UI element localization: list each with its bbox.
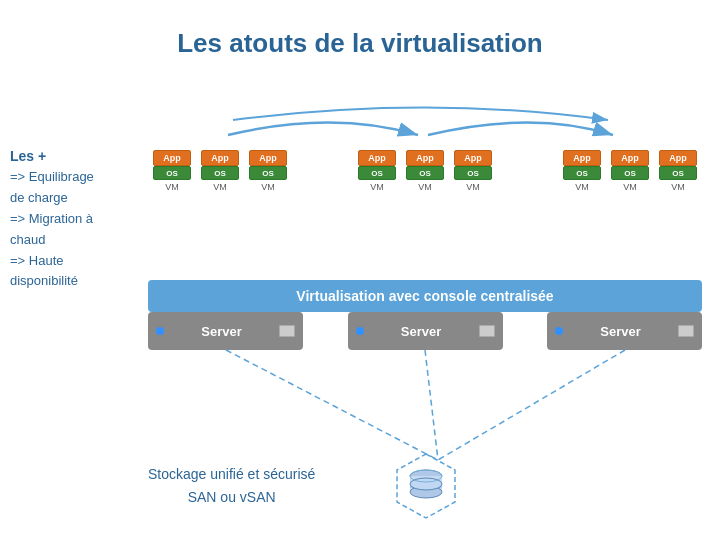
app-block: App — [406, 150, 444, 166]
server-icon-1 — [279, 325, 295, 337]
left-panel-item-5: => Haute — [10, 251, 94, 272]
server-box-1: Server — [148, 312, 303, 350]
vm-card-3-2: App OS VM — [608, 150, 652, 192]
vm-card-2-2: App OS VM — [403, 150, 447, 192]
os-block: OS — [153, 166, 191, 180]
vm-label: VM — [261, 182, 275, 192]
storage-icon — [390, 450, 462, 522]
os-block: OS — [201, 166, 239, 180]
os-block: OS — [454, 166, 492, 180]
vm-card-3-1: App OS VM — [560, 150, 604, 192]
vm-label: VM — [165, 182, 179, 192]
server-box-2: Server — [348, 312, 503, 350]
server-box-3: Server — [547, 312, 702, 350]
left-panel: Les + => Equilibrage de charge => Migrat… — [10, 145, 94, 292]
os-block: OS — [611, 166, 649, 180]
vm-card-2-1: App OS VM — [355, 150, 399, 192]
vm-group-3: App OS VM App OS VM App OS VM — [560, 150, 700, 192]
svg-line-1 — [226, 350, 438, 460]
server-led-3 — [555, 327, 563, 335]
storage-text: Stockage unifié et sécurisé SAN ou vSAN — [148, 463, 315, 508]
left-panel-item-6: disponibilité — [10, 271, 94, 292]
vm-label: VM — [671, 182, 685, 192]
server-label-3: Server — [569, 324, 672, 339]
vm-label: VM — [418, 182, 432, 192]
app-block: App — [358, 150, 396, 166]
left-panel-header: Les + — [10, 145, 94, 167]
server-led-1 — [156, 327, 164, 335]
left-panel-item-2: de charge — [10, 188, 94, 209]
left-panel-item-1: => Equilibrage — [10, 167, 94, 188]
server-led-2 — [356, 327, 364, 335]
virt-bar: Virtualisation avec console centralisée — [148, 280, 702, 312]
os-block: OS — [358, 166, 396, 180]
app-block: App — [611, 150, 649, 166]
vm-card-3-3: App OS VM — [656, 150, 700, 192]
app-block: App — [201, 150, 239, 166]
server-icon-3 — [678, 325, 694, 337]
svg-line-3 — [438, 350, 625, 460]
server-icon-2 — [479, 325, 495, 337]
page-title: Les atouts de la virtualisation — [0, 28, 720, 59]
app-block: App — [563, 150, 601, 166]
vm-group-2: App OS VM App OS VM App OS VM — [355, 150, 495, 192]
vm-card-1-3: App OS VM — [246, 150, 290, 192]
app-block: App — [249, 150, 287, 166]
vm-card-1-1: App OS VM — [150, 150, 194, 192]
vm-card-2-3: App OS VM — [451, 150, 495, 192]
vm-label: VM — [370, 182, 384, 192]
os-block: OS — [659, 166, 697, 180]
app-block: App — [659, 150, 697, 166]
vm-card-1-2: App OS VM — [198, 150, 242, 192]
vm-groups-row: App OS VM App OS VM App OS VM App OS VM … — [140, 150, 710, 192]
vm-label: VM — [213, 182, 227, 192]
vm-label: VM — [623, 182, 637, 192]
os-block: OS — [563, 166, 601, 180]
os-block: OS — [406, 166, 444, 180]
app-block: App — [454, 150, 492, 166]
server-row: Server Server Server — [148, 312, 702, 350]
vm-group-1: App OS VM App OS VM App OS VM — [150, 150, 290, 192]
virt-bar-container: Virtualisation avec console centralisée — [148, 272, 702, 312]
os-block: OS — [249, 166, 287, 180]
left-panel-item-3: => Migration à — [10, 209, 94, 230]
vm-label: VM — [575, 182, 589, 192]
server-label-1: Server — [170, 324, 273, 339]
app-block: App — [153, 150, 191, 166]
svg-line-2 — [425, 350, 438, 460]
vm-label: VM — [466, 182, 480, 192]
server-label-2: Server — [370, 324, 473, 339]
left-panel-item-4: chaud — [10, 230, 94, 251]
